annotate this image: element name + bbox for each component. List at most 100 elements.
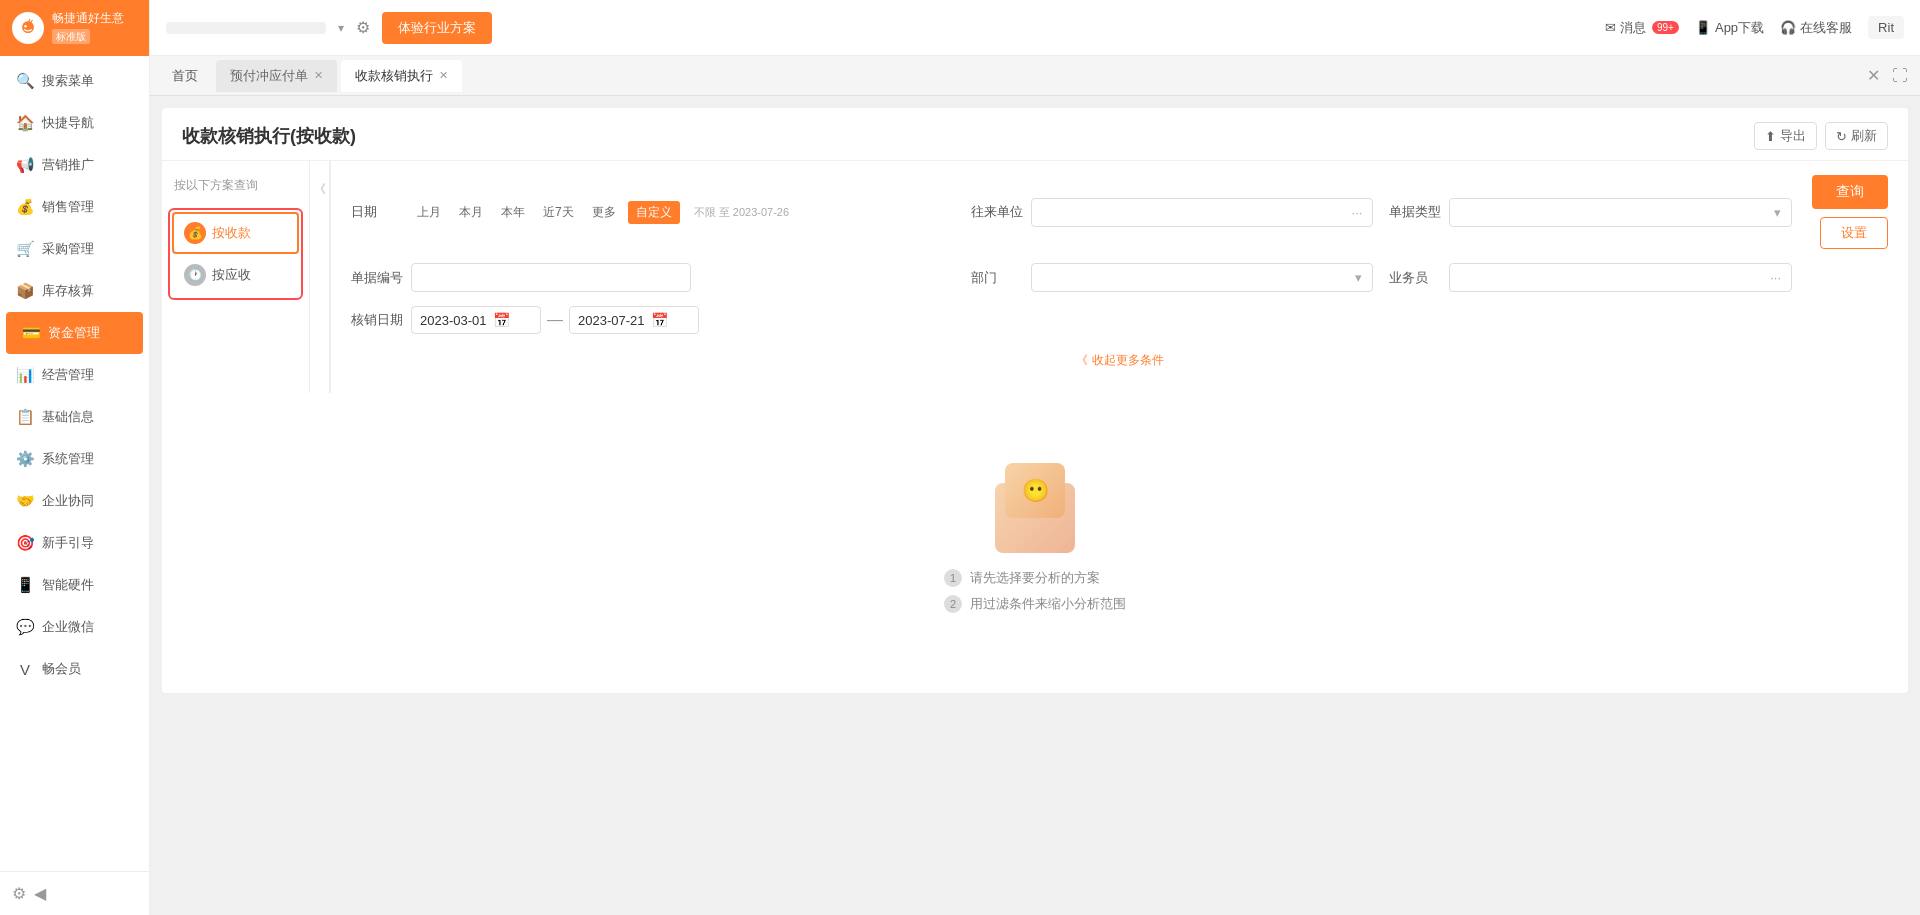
tabbar-actions: ✕ ⛶ — [1863, 62, 1912, 89]
tab-receipt-close-icon[interactable]: ✕ — [439, 69, 448, 82]
sidebar-logo: 畅捷通好生意 标准版 — [0, 0, 149, 56]
member-icon: V — [16, 661, 34, 678]
collapse-more-button[interactable]: 《 收起更多条件 — [351, 348, 1888, 379]
filter-receivable-icon: 🕐 — [184, 264, 206, 286]
date-more-btn[interactable]: 更多 — [586, 201, 622, 224]
topbar-actions: ✉ 消息 99+ 📱 App下载 🎧 在线客服 Rit — [1605, 16, 1904, 39]
page-header: 收款核销执行(按收款) ⬆ 导出 ↻ 刷新 — [162, 108, 1908, 161]
filter-option-by-receivable[interactable]: 🕐 按应收 — [172, 254, 299, 296]
salesperson-field: 业务员 ··· — [1389, 263, 1792, 292]
solution-button[interactable]: 体验行业方案 — [382, 12, 492, 44]
search-display — [166, 22, 326, 34]
sidebar: 畅捷通好生意 标准版 🔍搜索菜单🏠快捷导航📢营销推广💰销售管理🛒采购管理📦库存核… — [0, 0, 150, 915]
sidebar-bottom: ⚙ ◀ — [0, 871, 149, 915]
sidebar-item-basic[interactable]: 📋基础信息 — [0, 396, 149, 438]
doc-type-chevron-icon: ▾ — [1774, 205, 1781, 220]
collapse-up-icon: 《 — [1076, 352, 1088, 369]
topbar-chevron-icon[interactable]: ▾ — [338, 21, 344, 35]
verify-date-end-value: 2023-07-21 — [578, 313, 645, 328]
sidebar-item-quicknav[interactable]: 🏠快捷导航 — [0, 102, 149, 144]
tab-home-label: 首页 — [172, 67, 198, 85]
sidebar-item-collab[interactable]: 🤝企业协同 — [0, 480, 149, 522]
inventory-icon: 📦 — [16, 282, 34, 300]
export-button[interactable]: ⬆ 导出 — [1754, 122, 1817, 150]
ops-icon: 📊 — [16, 366, 34, 384]
message-icon: ✉ — [1605, 20, 1616, 35]
verify-date-end-input[interactable]: 2023-07-21 📅 — [569, 306, 699, 334]
verify-date-start-value: 2023-03-01 — [420, 313, 487, 328]
hardware-icon: 📱 — [16, 576, 34, 594]
sidebar-label-hardware: 智能硬件 — [42, 576, 94, 594]
hint-text-2: 用过滤条件来缩小分析范围 — [970, 595, 1126, 613]
filter-receipt-icon: 💰 — [184, 222, 206, 244]
guide-icon: 🎯 — [16, 534, 34, 552]
sidebar-item-hardware[interactable]: 📱 智能硬件 — [0, 564, 149, 606]
logo-icon — [12, 12, 44, 44]
topbar: ▾ ⚙ 体验行业方案 ✉ 消息 99+ 📱 App下载 🎧 在线客服 Rit — [150, 0, 1920, 56]
filter-action-buttons: 查询 设置 — [1808, 175, 1888, 249]
date-this-year-btn[interactable]: 本年 — [495, 201, 531, 224]
purchase-icon: 🛒 — [16, 240, 34, 258]
sidebar-item-wechat[interactable]: 💬企业微信 — [0, 606, 149, 648]
date-this-month-btn[interactable]: 本月 — [453, 201, 489, 224]
doc-no-input[interactable] — [411, 263, 691, 292]
tab-prepay-close-icon[interactable]: ✕ — [314, 69, 323, 82]
message-action[interactable]: ✉ 消息 99+ — [1605, 19, 1679, 37]
tab-prepay[interactable]: 预付冲应付单 ✕ — [216, 60, 337, 92]
tab-expand-button[interactable]: ⛶ — [1888, 62, 1912, 89]
sidebar-item-ops[interactable]: 📊 经营管理 — [0, 354, 149, 396]
sidebar-item-marketing[interactable]: 📢营销推广 — [0, 144, 149, 186]
page-header-actions: ⬆ 导出 ↻ 刷新 — [1754, 122, 1888, 150]
salesperson-dots-icon: ··· — [1770, 270, 1781, 285]
tab-home[interactable]: 首页 — [158, 60, 212, 92]
tab-receipt-verify[interactable]: 收款核销执行 ✕ — [341, 60, 462, 92]
sidebar-label-finance: 资金管理 — [48, 324, 100, 342]
export-label: 导出 — [1780, 127, 1806, 145]
sidebar-item-member[interactable]: V畅会员 — [0, 648, 149, 690]
sidebar-item-sales[interactable]: 💰销售管理 — [0, 186, 149, 228]
sidebar-item-guide[interactable]: 🎯新手引导 — [0, 522, 149, 564]
service-label: 在线客服 — [1800, 19, 1852, 37]
sidebar-item-search[interactable]: 🔍搜索菜单 — [0, 60, 149, 102]
date-range-separator: — — [547, 311, 563, 329]
date-custom-btn[interactable]: 自定义 — [628, 201, 680, 224]
setting-button[interactable]: 设置 — [1820, 217, 1888, 249]
date-last-month-btn[interactable]: 上月 — [411, 201, 447, 224]
calendar-end-icon: 📅 — [651, 312, 668, 328]
app-download-action[interactable]: 📱 App下载 — [1695, 19, 1764, 37]
collapse-icon[interactable]: ◀ — [34, 884, 46, 903]
query-button[interactable]: 查询 — [1812, 175, 1888, 209]
counterparty-input[interactable]: ··· — [1031, 198, 1374, 227]
tab-close-all-button[interactable]: ✕ — [1863, 62, 1884, 89]
sidebar-label-ops: 经营管理 — [42, 366, 94, 384]
sidebar-item-inventory[interactable]: 📦库存核算 — [0, 270, 149, 312]
filter-sidebar-collapse-button[interactable]: 《 — [310, 161, 330, 393]
settings-icon[interactable]: ⚙ — [12, 884, 26, 903]
system-icon: ⚙️ — [16, 450, 34, 468]
main-area: ▾ ⚙ 体验行业方案 ✉ 消息 99+ 📱 App下载 🎧 在线客服 Rit 首… — [150, 0, 1920, 915]
verify-date-start-input[interactable]: 2023-03-01 📅 — [411, 306, 541, 334]
doc-type-field: 单据类型 ▾ — [1389, 198, 1792, 227]
topbar-gear-icon[interactable]: ⚙ — [356, 18, 370, 37]
user-profile[interactable]: Rit — [1868, 16, 1904, 39]
sidebar-item-purchase[interactable]: 🛒采购管理 — [0, 228, 149, 270]
sidebar-label-search: 搜索菜单 — [42, 72, 94, 90]
sidebar-item-system[interactable]: ⚙️系统管理 — [0, 438, 149, 480]
hint-num-2: 2 — [944, 595, 962, 613]
sidebar-item-finance[interactable]: 💳资金管理 — [6, 312, 143, 354]
basic-icon: 📋 — [16, 408, 34, 426]
calendar-start-icon: 📅 — [493, 312, 510, 328]
tab-receipt-label: 收款核销执行 — [355, 67, 433, 85]
collapse-more-label: 收起更多条件 — [1092, 352, 1164, 369]
export-icon: ⬆ — [1765, 129, 1776, 144]
service-action[interactable]: 🎧 在线客服 — [1780, 19, 1852, 37]
refresh-button[interactable]: ↻ 刷新 — [1825, 122, 1888, 150]
doc-type-select[interactable]: ▾ — [1449, 198, 1792, 227]
salesperson-input[interactable]: ··· — [1449, 263, 1792, 292]
date-field: 日期 上月 本月 本年 近7天 更多 自定义 不限 至 2023-07-26 — [351, 201, 955, 224]
filter-row-3: 核销日期 2023-03-01 📅 — 2023-07-21 📅 — [351, 306, 1888, 334]
sidebar-label-quicknav: 快捷导航 — [42, 114, 94, 132]
date-7days-btn[interactable]: 近7天 — [537, 201, 580, 224]
department-select[interactable]: ▾ — [1031, 263, 1374, 292]
filter-option-by-receipt[interactable]: 💰 按收款 — [172, 212, 299, 254]
